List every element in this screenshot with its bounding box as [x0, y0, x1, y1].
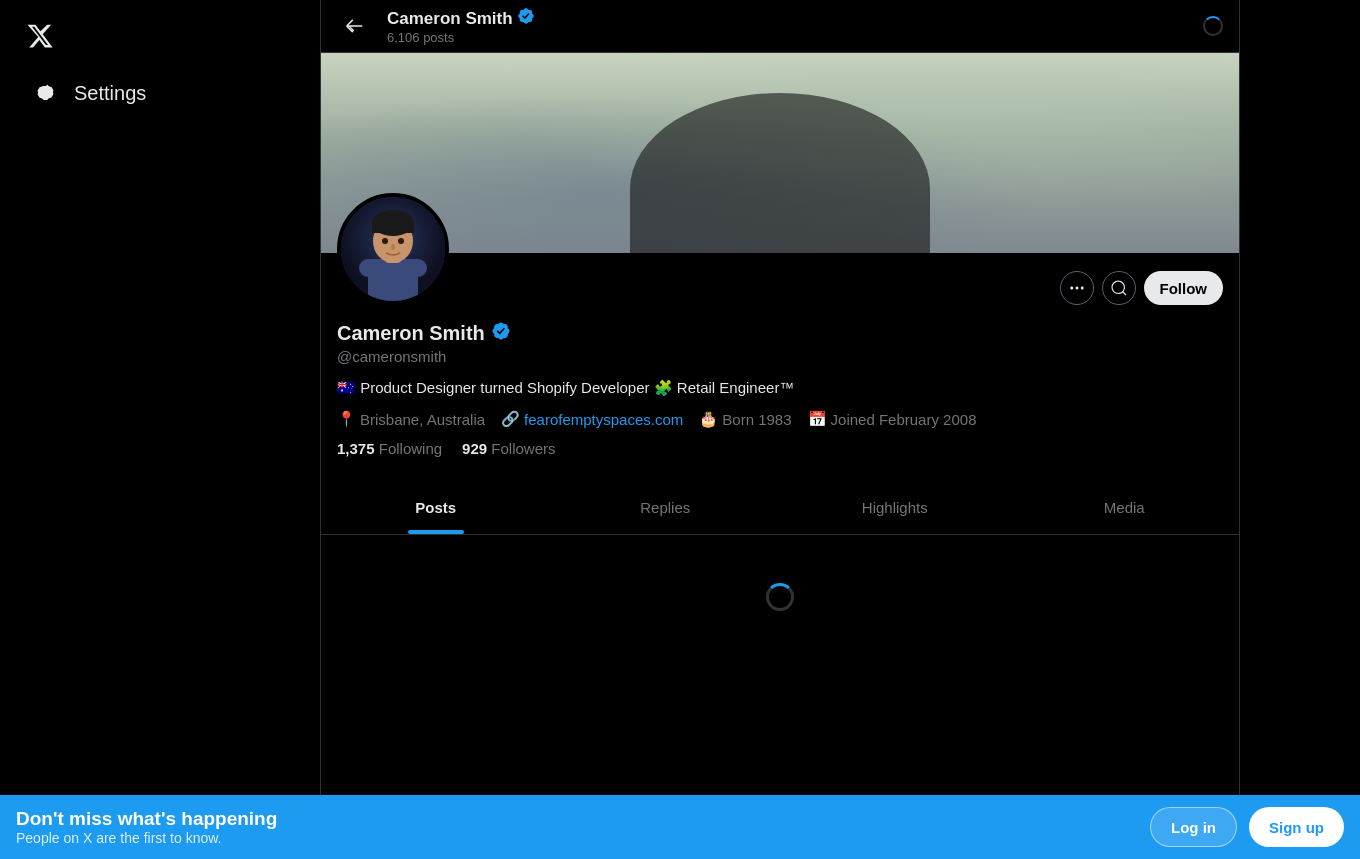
svg-rect-6 — [372, 223, 414, 233]
following-count[interactable]: 1,375 Following — [337, 440, 442, 457]
avatar-illustration — [341, 197, 445, 301]
banner-photo — [321, 53, 1239, 253]
profile-actions-row: Follow — [337, 253, 1223, 321]
settings-label: Settings — [74, 82, 146, 105]
topbar-name: Cameron Smith — [387, 7, 535, 30]
profile-meta: 📍 Brisbane, Australia 🔗 fearofemptyspace… — [337, 410, 1223, 428]
followers-count[interactable]: 929 Followers — [462, 440, 555, 457]
profile-bio: 🇦🇺 Product Designer turned Shopify Devel… — [337, 377, 1223, 398]
topbar-loader — [1203, 16, 1223, 36]
topbar: Cameron Smith 6,106 posts — [321, 0, 1239, 53]
bottom-bar-subtitle: People on X are the first to know. — [16, 830, 277, 846]
svg-point-9 — [391, 244, 395, 250]
signup-button[interactable]: Sign up — [1249, 807, 1344, 847]
location-icon: 📍 — [337, 410, 356, 428]
meta-joined: 📅 Joined February 2008 — [808, 410, 977, 428]
profile-handle: @cameronsmith — [337, 348, 1223, 365]
more-options-button[interactable] — [1060, 271, 1094, 305]
login-button[interactable]: Log in — [1150, 807, 1237, 847]
link-icon: 🔗 — [501, 410, 520, 428]
topbar-info: Cameron Smith 6,106 posts — [387, 7, 535, 45]
content-loading — [321, 535, 1239, 659]
bottom-bar-text: Don't miss what's happening People on X … — [16, 808, 277, 846]
bottom-bar-actions: Log in Sign up — [1150, 807, 1344, 847]
tab-posts[interactable]: Posts — [321, 481, 551, 534]
meta-location: 📍 Brisbane, Australia — [337, 410, 485, 428]
search-button[interactable] — [1102, 271, 1136, 305]
x-logo-button[interactable] — [16, 12, 64, 60]
back-button[interactable] — [337, 9, 371, 43]
svg-point-8 — [398, 238, 404, 244]
avatar — [337, 193, 449, 305]
profile-name-row: Cameron Smith — [337, 321, 1223, 346]
right-panel — [1240, 0, 1360, 859]
meta-website[interactable]: 🔗 fearofemptyspaces.com — [501, 410, 683, 428]
content-loader — [766, 583, 794, 611]
profile-section: Follow Cameron Smith @cameronsmith 🇦🇺 Pr… — [321, 253, 1239, 477]
tab-highlights[interactable]: Highlights — [780, 481, 1010, 534]
bottom-bar: Don't miss what's happening People on X … — [0, 795, 1360, 859]
profile-name: Cameron Smith — [337, 322, 485, 345]
verified-badge-icon — [491, 321, 511, 346]
follow-button[interactable]: Follow — [1144, 271, 1224, 305]
gear-icon — [32, 80, 58, 106]
tab-media[interactable]: Media — [1010, 481, 1240, 534]
bottom-bar-title: Don't miss what's happening — [16, 808, 277, 830]
avatar-inner — [341, 197, 445, 301]
follow-counts: 1,375 Following 929 Followers — [337, 440, 1223, 457]
website-link[interactable]: fearofemptyspaces.com — [524, 411, 683, 428]
profile-tabs: Posts Replies Highlights Media — [321, 481, 1239, 535]
topbar-posts-count: 6,106 posts — [387, 30, 535, 45]
tab-replies[interactable]: Replies — [551, 481, 781, 534]
main-content: Cameron Smith 6,106 posts — [320, 0, 1240, 859]
profile-banner — [321, 53, 1239, 253]
sidebar: Settings — [0, 0, 320, 859]
calendar-icon: 📅 — [808, 410, 827, 428]
svg-point-7 — [382, 238, 388, 244]
meta-born: 🎂 Born 1983 — [699, 410, 791, 428]
sidebar-item-settings[interactable]: Settings — [16, 68, 304, 118]
x-logo-icon — [26, 22, 54, 50]
topbar-verified-icon — [517, 7, 535, 30]
birthday-icon: 🎂 — [699, 410, 718, 428]
